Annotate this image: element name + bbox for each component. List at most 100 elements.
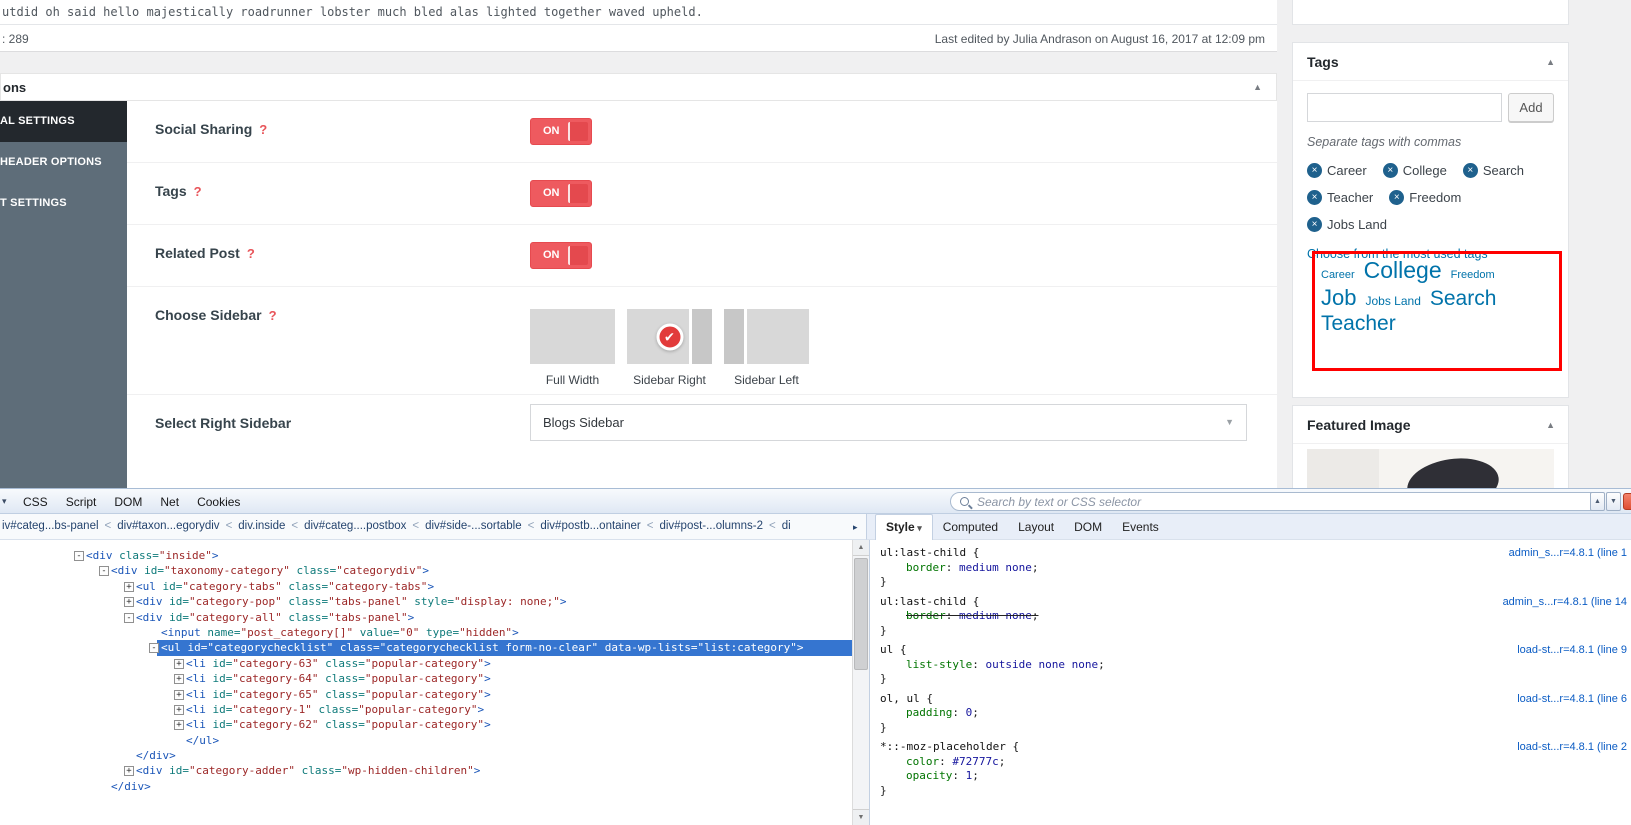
expander-icon[interactable]: +: [174, 658, 184, 669]
settings-nav-item[interactable]: T SETTINGS: [0, 183, 127, 224]
help-icon[interactable]: ?: [194, 184, 202, 199]
remove-tag-icon[interactable]: ×: [1307, 190, 1322, 205]
sidepanel-tab-events[interactable]: Events: [1112, 515, 1169, 540]
scroll-down-arrow[interactable]: ▼: [853, 809, 869, 825]
html-tree-line[interactable]: </div>: [0, 779, 852, 794]
help-icon[interactable]: ?: [247, 246, 255, 261]
tag-cloud-item[interactable]: Teacher: [1321, 312, 1396, 336]
remove-tag-icon[interactable]: ×: [1462, 163, 1478, 178]
featured-image-header[interactable]: Featured Image ▲: [1293, 406, 1568, 444]
css-declaration[interactable]: padding: 0;: [880, 706, 1629, 721]
sidepanel-tab-dom[interactable]: DOM: [1064, 515, 1112, 540]
toggle-switch[interactable]: ON: [530, 180, 592, 207]
help-icon[interactable]: ?: [269, 308, 277, 323]
search-input[interactable]: [951, 493, 1599, 510]
featured-image-thumbnail[interactable]: [1307, 449, 1554, 488]
html-tree-line[interactable]: - <ul id="categorychecklist" class="categ…: [0, 640, 852, 656]
html-tree-line[interactable]: - <div class="inside">: [0, 548, 852, 563]
html-tree-line[interactable]: + <li id="category-1" class="popular-cate…: [0, 702, 852, 717]
collapse-arrow-icon[interactable]: ▲: [1546, 43, 1555, 81]
tag-cloud-item[interactable]: Jobs Land: [1365, 294, 1420, 308]
html-tree-line[interactable]: </div>: [0, 748, 852, 763]
css-source-link[interactable]: admin_s...r=4.8.1 (line 14: [1503, 595, 1629, 610]
post-options-header[interactable]: ons ▲: [0, 73, 1277, 101]
html-tree-line[interactable]: + <li id="category-62" class="popular-cat…: [0, 717, 852, 732]
toggle-switch[interactable]: ON: [530, 118, 592, 145]
expander-icon[interactable]: -: [74, 551, 84, 561]
tags-metabox-header[interactable]: Tags ▲: [1293, 43, 1568, 81]
sidebar-layout-option-left[interactable]: Sidebar Left: [724, 309, 809, 387]
html-tree-line[interactable]: </ul>: [0, 733, 852, 748]
settings-nav-item[interactable]: AL SETTINGS: [0, 101, 127, 142]
expander-icon[interactable]: +: [174, 704, 184, 715]
html-tree-line[interactable]: + <div id="category-pop" class="tabs-pane…: [0, 594, 852, 609]
scrollbar[interactable]: ▲ ▼: [852, 540, 869, 825]
firebug-tab-script[interactable]: Script: [57, 490, 106, 515]
remove-tag-icon[interactable]: ×: [1307, 217, 1322, 232]
expander-icon[interactable]: -: [124, 612, 134, 623]
sidepanel-tab-layout[interactable]: Layout: [1008, 515, 1064, 540]
breadcrumb-item[interactable]: div#side-...sortable: [425, 520, 522, 532]
toggle-switch[interactable]: ON: [530, 242, 592, 269]
right-sidebar-select[interactable]: Blogs Sidebar ▼: [530, 404, 1247, 441]
html-tree-line[interactable]: - <div id="taxonomy-category" class="cate…: [0, 563, 852, 578]
expander-icon[interactable]: +: [174, 689, 184, 700]
partial-tab-caret-icon[interactable]: ▾: [2, 489, 7, 514]
css-declaration[interactable]: list-style: outside none none;: [880, 658, 1629, 673]
remove-tag-icon[interactable]: ×: [1389, 190, 1405, 205]
css-source-link[interactable]: load-st...r=4.8.1 (line 2: [1517, 740, 1629, 755]
css-declaration[interactable]: border: medium none;: [880, 609, 1629, 624]
crumb-overflow-icon[interactable]: ▸: [853, 514, 858, 540]
breadcrumb-item[interactable]: div#post-...olumns-2: [659, 520, 763, 532]
remove-tag-icon[interactable]: ×: [1307, 163, 1322, 178]
settings-nav-item[interactable]: HEADER OPTIONS: [0, 142, 127, 183]
css-declaration[interactable]: opacity: 1;: [880, 769, 1629, 784]
css-declaration[interactable]: color: #72777c;: [880, 755, 1629, 770]
collapse-arrow-icon[interactable]: ▲: [1253, 74, 1262, 101]
css-declaration[interactable]: border: medium none;: [880, 561, 1629, 576]
expander-icon[interactable]: +: [174, 720, 184, 731]
sidebar-layout-option-full[interactable]: Full Width: [530, 309, 615, 387]
firebug-close-button[interactable]: [1623, 493, 1631, 510]
html-tree-line[interactable]: <input name="post_category[]" value="0" …: [0, 625, 852, 640]
css-source-link[interactable]: admin_s...r=4.8.1 (line 1: [1509, 546, 1629, 561]
sidepanel-tab-style[interactable]: Style ▾: [875, 514, 933, 541]
breadcrumb-item[interactable]: div#taxon...egorydiv: [117, 520, 219, 532]
html-tree-line[interactable]: + <ul id="category-tabs" class="category-…: [0, 579, 852, 594]
breadcrumb-item[interactable]: div#postb...ontainer: [540, 520, 640, 532]
firebug-tab-net[interactable]: Net: [151, 490, 188, 515]
expander-icon[interactable]: +: [174, 674, 184, 685]
firebug-tab-cookies[interactable]: Cookies: [188, 490, 249, 515]
firebug-tab-dom[interactable]: DOM: [105, 490, 151, 515]
html-tree-line[interactable]: - <div id="category-all" class="tabs-pane…: [0, 610, 852, 625]
scroll-thumb[interactable]: [854, 558, 868, 670]
remove-tag-icon[interactable]: ×: [1382, 163, 1398, 178]
html-tree-line[interactable]: + <li id="category-64" class="popular-cat…: [0, 671, 852, 686]
tag-cloud-item[interactable]: Freedom: [1451, 269, 1495, 281]
breadcrumb-item[interactable]: di: [782, 520, 791, 532]
breadcrumb-item[interactable]: iv#categ...bs-panel: [2, 520, 99, 532]
editor-text[interactable]: utdid oh said hello majestically roadrun…: [2, 5, 703, 19]
firebug-tab-css[interactable]: CSS: [14, 490, 57, 515]
tag-cloud-item[interactable]: Career: [1321, 269, 1355, 281]
expander-icon[interactable]: -: [149, 643, 159, 654]
sidepanel-tab-computed[interactable]: Computed: [933, 515, 1008, 540]
new-tag-input[interactable]: [1307, 93, 1502, 122]
breadcrumb-item[interactable]: div.inside: [238, 520, 285, 532]
scroll-up-arrow[interactable]: ▲: [853, 540, 869, 556]
expander-icon[interactable]: +: [124, 581, 134, 592]
css-source-link[interactable]: load-st...r=4.8.1 (line 9: [1517, 643, 1629, 658]
html-tree-line[interactable]: + <li id="category-63" class="popular-cat…: [0, 656, 852, 671]
css-source-link[interactable]: load-st...r=4.8.1 (line 6: [1517, 692, 1629, 707]
collapse-arrow-icon[interactable]: ▲: [1546, 406, 1555, 444]
sidebar-layout-option-right[interactable]: ✔ Sidebar Right: [627, 309, 712, 387]
tag-cloud-item[interactable]: Search: [1430, 287, 1497, 311]
search-next-button[interactable]: ▼: [1606, 492, 1621, 511]
html-tree-line[interactable]: + <div id="category-adder" class="wp-hidd…: [0, 763, 852, 778]
expander-icon[interactable]: +: [124, 766, 134, 777]
expander-icon[interactable]: +: [124, 597, 134, 608]
expander-icon[interactable]: -: [99, 566, 109, 577]
html-tree-line[interactable]: + <li id="category-65" class="popular-cat…: [0, 687, 852, 702]
tag-cloud-item[interactable]: College: [1364, 257, 1442, 284]
breadcrumb-item[interactable]: div#categ....postbox: [304, 520, 406, 532]
